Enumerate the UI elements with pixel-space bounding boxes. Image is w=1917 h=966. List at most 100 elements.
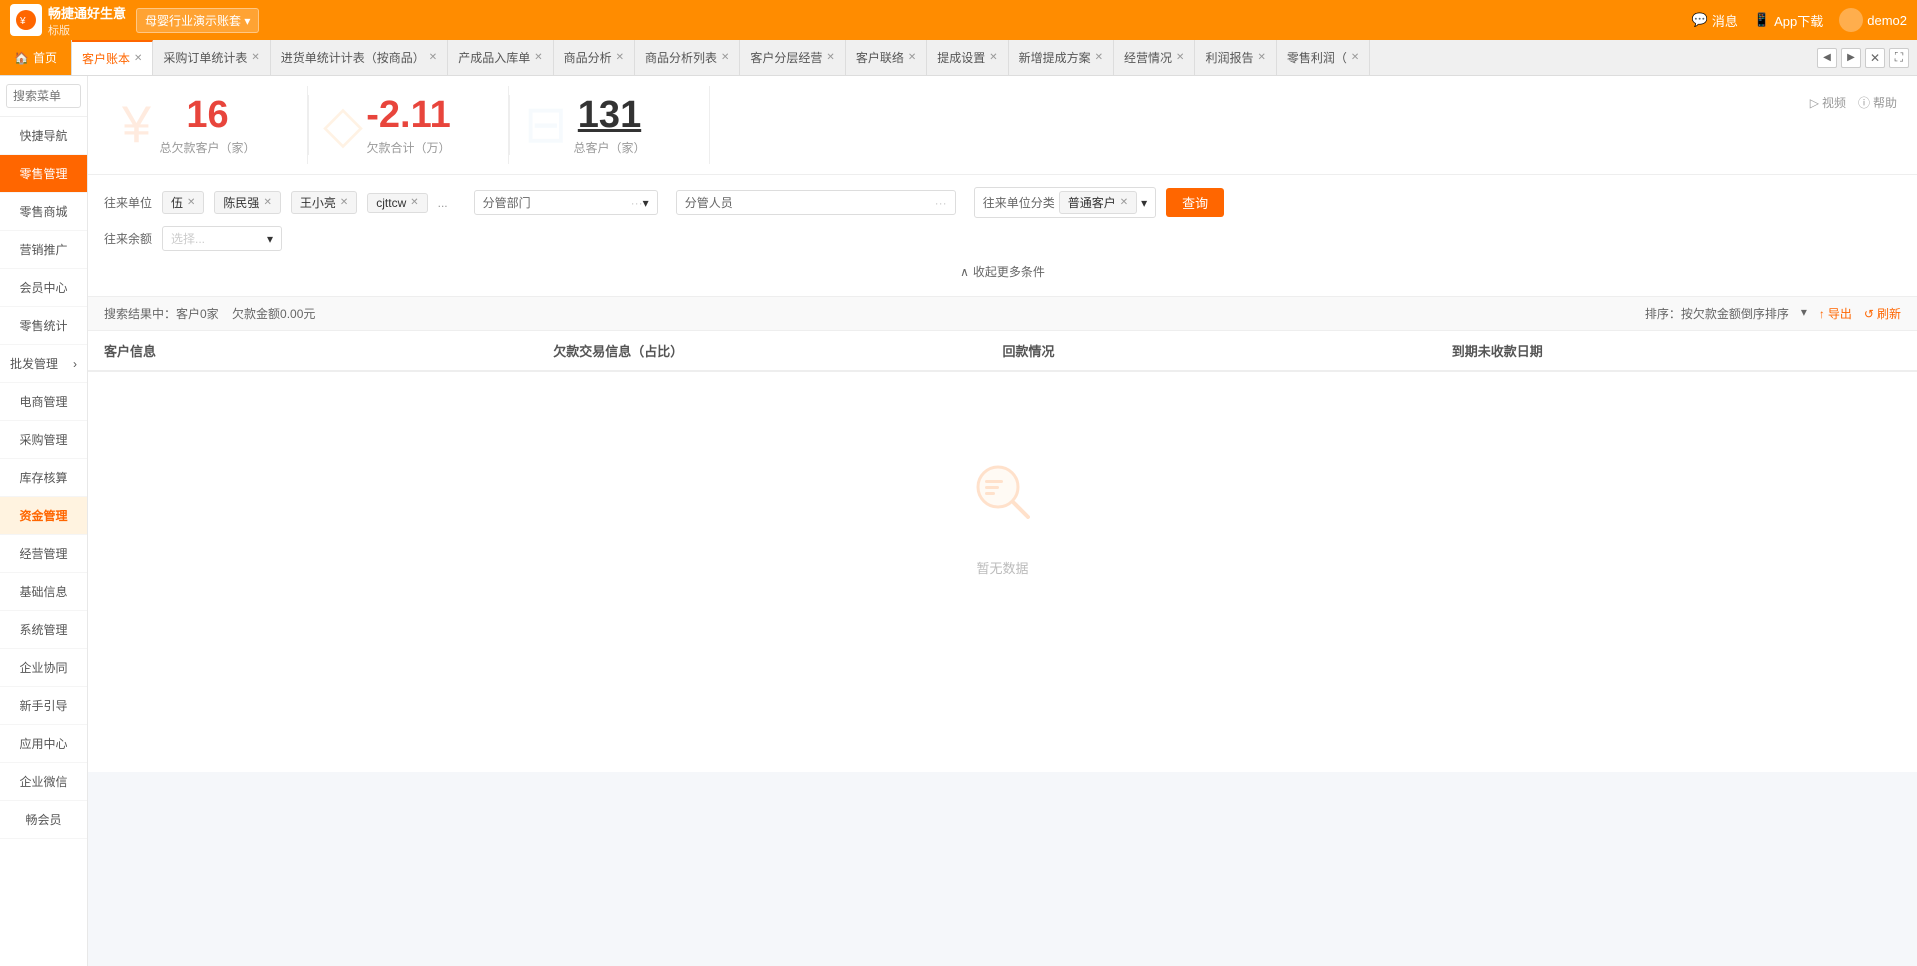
sidebar-item-wholesale[interactable]: 批发管理 ›	[0, 345, 87, 383]
sort-label: 排序：按欠款金额倒序排序	[1645, 305, 1789, 322]
dept-arrow-icon: ▾	[643, 196, 649, 210]
company-selector[interactable]: 母婴行业演示账套 ▾	[136, 8, 259, 33]
stat-bg-icon-2: ◇	[323, 95, 363, 155]
collapse-filter-button[interactable]: ∧ 收起更多条件	[104, 259, 1901, 284]
empty-text: 暂无数据	[976, 558, 1028, 577]
tab-close-purchase-stats[interactable]: ✕	[429, 52, 437, 63]
tab-customer-contact[interactable]: 客户联络 ✕	[846, 40, 927, 76]
sidebar-item-marketing[interactable]: 营销推广	[0, 231, 87, 269]
tab-purchase-stats[interactable]: 进货单统计计表（按商品） ✕	[271, 40, 448, 76]
category-select[interactable]: 往来单位分类 普通客户 ✕ ▾	[974, 187, 1156, 218]
video-button[interactable]: ▷ 视频	[1810, 94, 1846, 111]
sidebar-item-enterprise-wechat[interactable]: 企业微信	[0, 763, 87, 801]
export-button[interactable]: ↑ 导出	[1819, 305, 1852, 322]
filter-tag-unit4: cjttcw ✕	[367, 193, 427, 213]
balance-select[interactable]: 选择... ▾	[162, 226, 282, 251]
tab-goods-analysis[interactable]: 商品分析 ✕	[554, 40, 635, 76]
results-bar: 搜索结果中：客户0家 欠款金额0.00元 排序：按欠款金额倒序排序 ▾ ↑ 导出…	[88, 297, 1917, 331]
tab-close-purchase-order[interactable]: ✕	[251, 52, 259, 63]
balance-filter-label: 往来余额	[104, 230, 152, 247]
tab-product-in[interactable]: 产成品入库单 ✕	[448, 40, 553, 76]
unit-filter-label: 往来单位	[104, 194, 152, 211]
tab-close-profit-report[interactable]: ✕	[1257, 52, 1265, 63]
tab-close-new-improve[interactable]: ✕	[1095, 52, 1103, 63]
sidebar-item-retail-management[interactable]: 零售管理	[0, 155, 87, 193]
sidebar-item-retail-store[interactable]: 零售商城	[0, 193, 87, 231]
results-actions: 排序：按欠款金额倒序排序 ▾ ↑ 导出 ↺ 刷新	[1645, 305, 1901, 322]
remove-tag-2[interactable]: ✕	[263, 197, 271, 208]
dept-select[interactable]: 分管部门 ··· ▾	[474, 190, 658, 215]
sidebar-item-quick-nav[interactable]: 快捷导航	[0, 117, 87, 155]
tab-close-improve-settings[interactable]: ✕	[989, 52, 997, 63]
sidebar-item-new-guide[interactable]: 新手引导	[0, 687, 87, 725]
tab-profit-report[interactable]: 利润报告 ✕	[1195, 40, 1276, 76]
tab-fullscreen-button[interactable]: ⛶	[1889, 48, 1909, 68]
main-area: 快捷导航 零售管理 零售商城 营销推广 会员中心 零售统计 批发管理 › 电	[0, 76, 1917, 966]
tab-improve-settings[interactable]: 提成设置 ✕	[927, 40, 1008, 76]
sidebar-item-basic-info[interactable]: 基础信息	[0, 573, 87, 611]
tab-close-goods-analysis[interactable]: ✕	[616, 52, 624, 63]
tab-purchase-order[interactable]: 采购订单统计表 ✕	[153, 40, 270, 76]
sidebar: 快捷导航 零售管理 零售商城 营销推广 会员中心 零售统计 批发管理 › 电	[0, 76, 88, 966]
svg-text:¥: ¥	[19, 16, 26, 27]
sidebar-item-purchase[interactable]: 采购管理	[0, 421, 87, 459]
sidebar-item-ecommerce[interactable]: 电商管理	[0, 383, 87, 421]
sidebar-item-system-mgt[interactable]: 系统管理	[0, 611, 87, 649]
sidebar-item-operation-mgt[interactable]: 经营管理	[0, 535, 87, 573]
stat-label-debt: 欠款合计（万）	[366, 139, 450, 156]
help-circle-icon: ⓘ	[1858, 94, 1870, 111]
col-customer-info: 客户信息	[104, 341, 553, 360]
tab-new-improve[interactable]: 新增提成方案 ✕	[1009, 40, 1114, 76]
tab-close-retail-profit[interactable]: ✕	[1351, 52, 1359, 63]
tab-home[interactable]: 🏠 首页	[0, 40, 72, 76]
tab-next-button[interactable]: ▶	[1841, 48, 1861, 68]
sidebar-item-inventory[interactable]: 库存核算	[0, 459, 87, 497]
tab-operation[interactable]: 经营情况 ✕	[1114, 40, 1195, 76]
sidebar-item-enterprise-coop[interactable]: 企业协同	[0, 649, 87, 687]
remove-tag-1[interactable]: ✕	[187, 197, 195, 208]
main-content: ¥ 16 总欠款客户（家） ◇ -2.11 欠款合计（万） ⊟ 131 总客	[88, 76, 1917, 966]
sort-arrow-icon[interactable]: ▾	[1801, 305, 1807, 322]
stat-total-customers2: ⊟ 131 总客户（家）	[510, 86, 710, 164]
filter-tag-unit: 伍 ✕	[162, 191, 204, 214]
sidebar-item-app-center[interactable]: 应用中心	[0, 725, 87, 763]
home-icon: 🏠	[14, 51, 29, 65]
tab-close-product-in[interactable]: ✕	[534, 52, 542, 63]
remove-category-tag[interactable]: ✕	[1120, 197, 1128, 208]
sidebar-item-member-center[interactable]: 会员中心	[0, 269, 87, 307]
user-avatar[interactable]: demo2	[1839, 8, 1907, 32]
tab-retail-profit[interactable]: 零售利润（ ✕	[1277, 40, 1370, 76]
tab-prev-button[interactable]: ◀	[1817, 48, 1837, 68]
tab-close-customer-account[interactable]: ✕	[134, 53, 142, 64]
app-download-button[interactable]: 📱 App下载	[1754, 11, 1823, 30]
filter-more-tags[interactable]: ...	[438, 196, 448, 210]
phone-icon: 📱	[1754, 12, 1770, 28]
message-button[interactable]: 💬 消息	[1692, 11, 1738, 30]
tab-close-customer-segment[interactable]: ✕	[826, 52, 834, 63]
stats-bar: ¥ 16 总欠款客户（家） ◇ -2.11 欠款合计（万） ⊟ 131 总客	[88, 76, 1917, 175]
person-select[interactable]: 分管人员 ···	[676, 190, 956, 215]
stat-label-customers: 总欠款客户（家）	[159, 139, 255, 156]
filter-area: 往来单位 伍 ✕ 陈民强 ✕ 王小亮 ✕	[88, 175, 1917, 297]
help-button[interactable]: ⓘ 帮助	[1858, 94, 1897, 111]
play-icon: ▷	[1810, 96, 1819, 110]
tab-goods-analysis-list[interactable]: 商品分析列表 ✕	[635, 40, 740, 76]
tab-close-customer-contact[interactable]: ✕	[908, 52, 916, 63]
query-button[interactable]: 查询	[1166, 188, 1224, 217]
refresh-button[interactable]: ↺ 刷新	[1864, 305, 1901, 322]
sidebar-item-retail-stats[interactable]: 零售统计	[0, 307, 87, 345]
tab-close-goods-analysis-list[interactable]: ✕	[721, 52, 729, 63]
tab-close-operation[interactable]: ✕	[1176, 52, 1184, 63]
sidebar-item-finance[interactable]: 资金管理	[0, 497, 87, 535]
stat-total-debt: ◇ -2.11 欠款合计（万）	[309, 86, 509, 164]
chevron-up-icon: ∧	[960, 265, 969, 279]
tab-customer-segment[interactable]: 客户分层经营 ✕	[740, 40, 845, 76]
top-bar-right: 💬 消息 📱 App下载 demo2	[1692, 8, 1907, 32]
remove-tag-3[interactable]: ✕	[340, 197, 348, 208]
tab-close-all-button[interactable]: ✕	[1865, 48, 1885, 68]
sidebar-item-vip-member[interactable]: 畅会员	[0, 801, 87, 839]
tab-customer-account[interactable]: 客户账本 ✕	[72, 40, 153, 76]
remove-tag-4[interactable]: ✕	[410, 197, 418, 208]
person-more-icon: ···	[935, 196, 947, 210]
search-input[interactable]	[6, 84, 81, 108]
